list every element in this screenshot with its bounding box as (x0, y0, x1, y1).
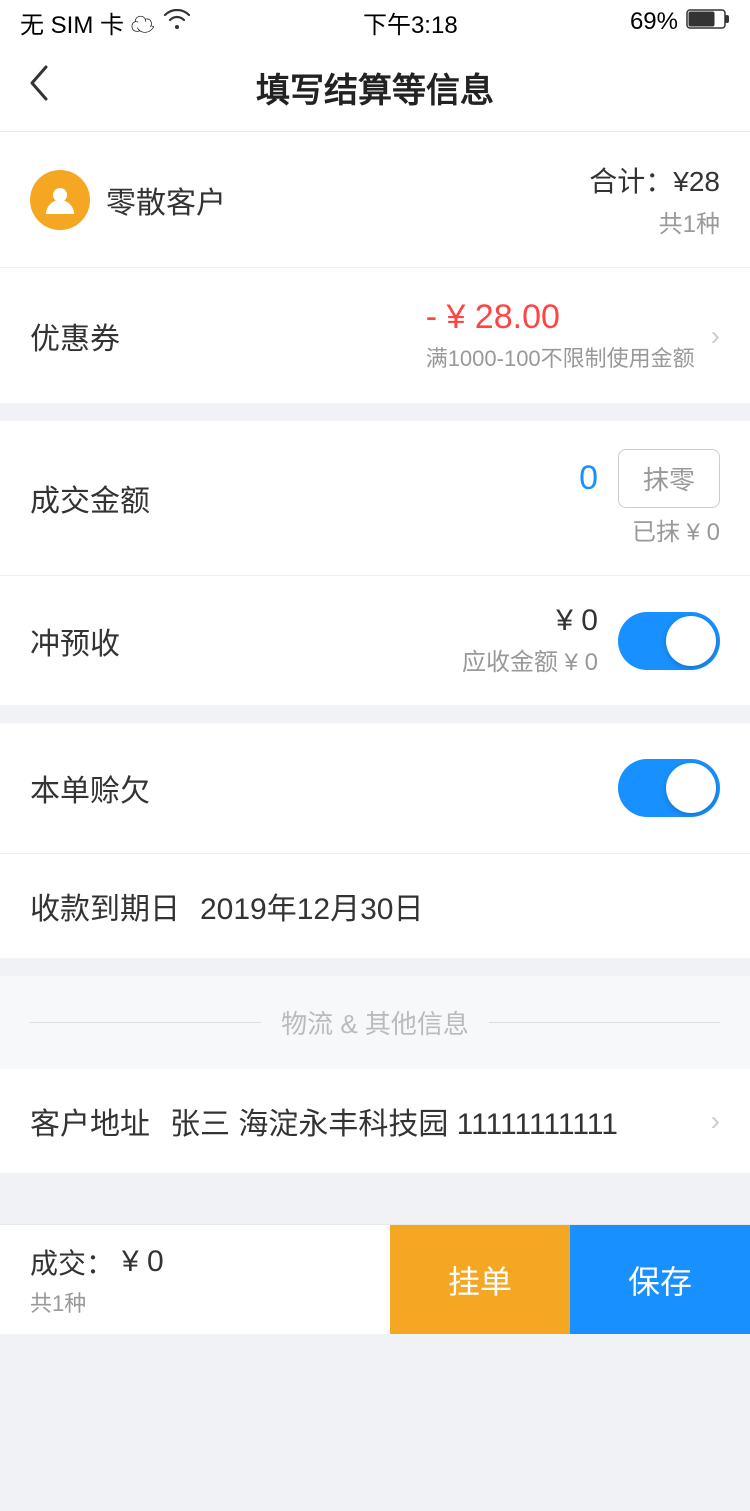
wifi-icon (163, 8, 191, 36)
customer-avatar (30, 170, 90, 230)
deal-amount-right: 0 抹零 已抹 ¥ 0 (579, 449, 720, 547)
save-button[interactable]: 保存 (570, 1225, 750, 1334)
address-chevron-icon: › (711, 1105, 720, 1137)
prepay-label: 冲预收 (30, 619, 120, 663)
due-date-value: 2019年12月30日 (200, 884, 423, 928)
prepay-right: ¥ 0 应收金额 ¥ 0 (462, 604, 720, 677)
customer-total: 合计：¥28 共1种 (589, 160, 720, 239)
prepay-toggle[interactable] (618, 612, 720, 670)
logistics-card: 物流 & 其他信息 客户地址 张三 海淀永丰科技园 11111111111 › (0, 976, 750, 1173)
customer-name: 零散客户 (106, 178, 226, 222)
bendan-toggle[interactable] (618, 759, 720, 817)
status-time: 下午3:18 (363, 5, 458, 40)
address-value: 张三 海淀永丰科技园 11111111111 (170, 1099, 703, 1143)
round-zero-button[interactable]: 抹零 (618, 449, 720, 508)
bottom-info: 成交： ¥ 0 共1种 (0, 1242, 390, 1318)
logistics-line-left (30, 1022, 261, 1023)
logistics-header: 物流 & 其他信息 (0, 976, 750, 1069)
deal-amount-label: 成交金额 (30, 476, 150, 520)
customer-row: 零散客户 合计：¥28 共1种 (0, 132, 750, 267)
logistics-line-right (489, 1022, 720, 1023)
prepay-row: 冲预收 ¥ 0 应收金额 ¥ 0 (0, 576, 750, 705)
status-left: 无 SIM 卡 ☁ (20, 5, 191, 40)
bendan-toggle-knob (666, 763, 716, 813)
deal-amount-row: 成交金额 0 抹零 已抹 ¥ 0 (0, 421, 750, 576)
prepay-amount: ¥ 0 (462, 604, 598, 638)
toggle-knob (666, 616, 716, 666)
status-right: 69% (630, 8, 730, 37)
logistics-label: 物流 & 其他信息 (281, 1004, 469, 1041)
customer-left: 零散客户 (30, 170, 226, 230)
deal-amount-value: 0 (579, 459, 598, 498)
bottom-deal: 成交： ¥ 0 (30, 1242, 360, 1282)
battery-label: 69% (630, 8, 678, 36)
bottom-count: 共1种 (30, 1286, 360, 1318)
coupon-discount: - ¥ 28.00 (426, 298, 695, 337)
coupon-row[interactable]: 优惠券 - ¥ 28.00 满1000-100不限制使用金额 › (0, 267, 750, 403)
prepay-values: ¥ 0 应收金额 ¥ 0 (462, 604, 598, 677)
due-date-row: 收款到期日 2019年12月30日 (0, 853, 750, 958)
hold-order-button[interactable]: 挂单 (390, 1225, 570, 1334)
total-amount-label: 合计：¥28 (589, 160, 720, 200)
bendan-label: 本单赊欠 (30, 766, 150, 810)
bottom-bar: 成交： ¥ 0 共1种 挂单 保存 (0, 1224, 750, 1334)
bottom-actions: 挂单 保存 (390, 1225, 750, 1334)
nav-bar: 填写结算等信息 (0, 44, 750, 132)
deal-amount-sub: 已抹 ¥ 0 (632, 512, 720, 547)
prepay-receivable: 应收金额 ¥ 0 (462, 642, 598, 677)
bendan-row: 本单赊欠 (0, 723, 750, 853)
battery-icon (686, 8, 730, 37)
sim-label: 无 SIM 卡 ☁ (20, 5, 155, 40)
deal-amount-card: 成交金额 0 抹零 已抹 ¥ 0 冲预收 ¥ 0 应收金额 ¥ 0 (0, 421, 750, 705)
due-date-label: 收款到期日 (30, 884, 180, 928)
coupon-right: - ¥ 28.00 满1000-100不限制使用金额 › (426, 298, 720, 373)
coupon-label: 优惠券 (30, 314, 120, 358)
address-label: 客户地址 (30, 1099, 150, 1143)
address-row[interactable]: 客户地址 张三 海淀永丰科技园 11111111111 › (0, 1069, 750, 1173)
bottom-deal-label: 成交： (30, 1242, 114, 1282)
coupon-description: 满1000-100不限制使用金额 (426, 341, 695, 373)
back-button[interactable] (28, 63, 52, 112)
page-title: 填写结算等信息 (256, 63, 494, 112)
customer-card: 零散客户 合计：¥28 共1种 优惠券 - ¥ 28.00 满1000-100不… (0, 132, 750, 403)
bottom-deal-amount: ¥ 0 (122, 1245, 164, 1279)
chevron-right-icon: › (711, 320, 720, 352)
total-count-label: 共1种 (589, 204, 720, 239)
status-bar: 无 SIM 卡 ☁ 下午3:18 69% (0, 0, 750, 44)
deal-amount-row-inner: 0 抹零 (579, 449, 720, 508)
bendan-card: 本单赊欠 收款到期日 2019年12月30日 (0, 723, 750, 958)
